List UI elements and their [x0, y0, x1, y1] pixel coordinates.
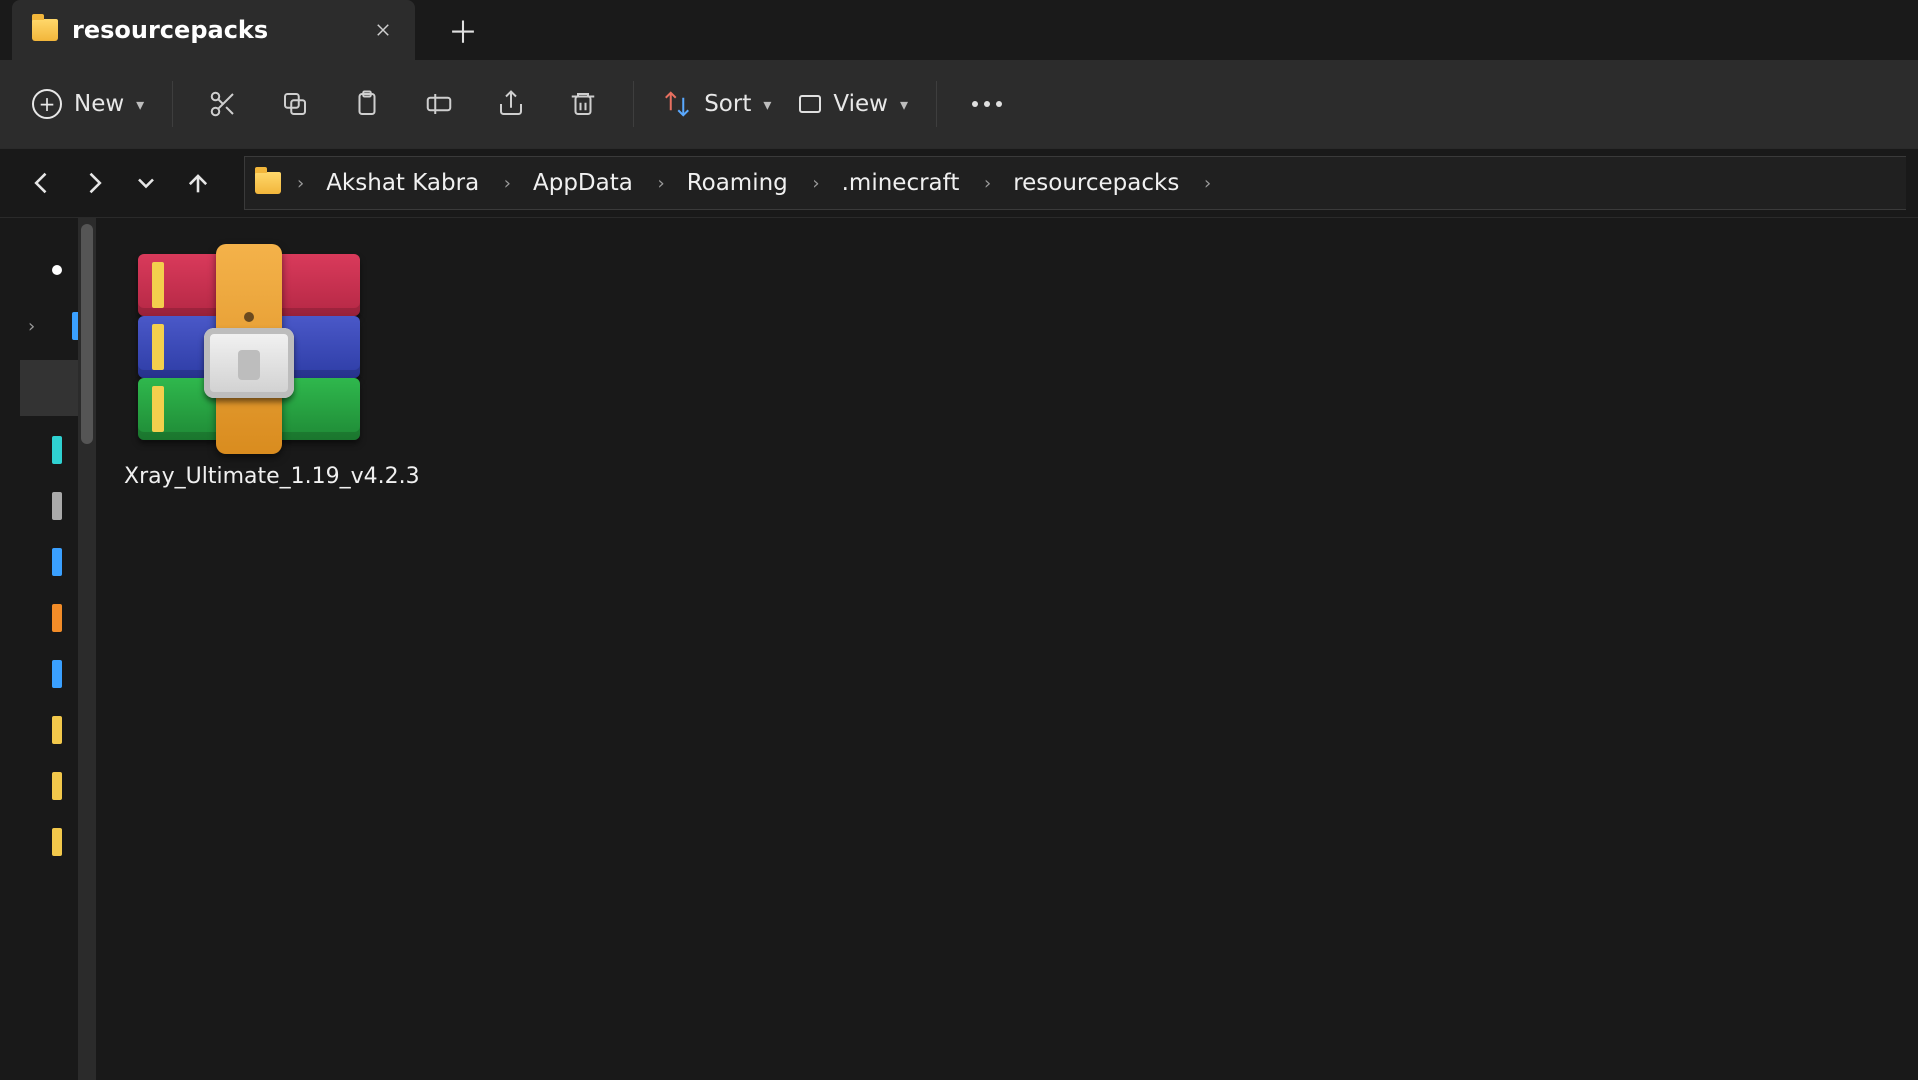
- sort-label: Sort: [704, 91, 751, 117]
- forward-button[interactable]: [70, 159, 118, 207]
- file-list-area[interactable]: Xray_Ultimate_1.19_v4.2.3: [96, 218, 1918, 1080]
- chevron-right-icon: ›: [984, 173, 991, 194]
- back-button[interactable]: [18, 159, 66, 207]
- clipboard-icon: [352, 89, 382, 119]
- scissors-icon: [208, 89, 238, 119]
- breadcrumb-segment[interactable]: .minecraft ›: [834, 170, 1000, 196]
- chevron-right-icon: ›: [657, 173, 664, 194]
- chevron-right-icon: ›: [504, 173, 511, 194]
- file-item[interactable]: Xray_Ultimate_1.19_v4.2.3: [124, 254, 374, 489]
- chevron-right-icon: ›: [28, 316, 35, 337]
- breadcrumb-root-chevron[interactable]: ›: [289, 173, 312, 194]
- close-tab-button[interactable]: [365, 12, 401, 48]
- share-button[interactable]: [475, 75, 547, 133]
- share-icon: [496, 89, 526, 119]
- sidebar-separator: [20, 360, 82, 416]
- breadcrumb-segment[interactable]: Roaming ›: [679, 170, 828, 196]
- up-button[interactable]: [174, 159, 222, 207]
- more-button[interactable]: [951, 75, 1023, 133]
- rename-icon: [424, 89, 454, 119]
- archive-icon: [138, 254, 360, 444]
- trash-icon: [568, 89, 598, 119]
- view-button[interactable]: View ▾: [785, 75, 922, 133]
- breadcrumb-segment[interactable]: resourcepacks ›: [1005, 170, 1219, 196]
- new-label: New: [74, 91, 124, 117]
- chevron-right-icon: ›: [1204, 173, 1211, 194]
- chevron-right-icon: ›: [812, 173, 819, 194]
- navigation-pane[interactable]: ›: [0, 218, 96, 1080]
- folder-icon: [255, 172, 281, 194]
- folder-icon: [32, 19, 58, 41]
- new-button[interactable]: + New ▾: [18, 75, 158, 133]
- tab-active[interactable]: resourcepacks: [12, 0, 415, 60]
- view-label: View: [833, 91, 888, 117]
- delete-button[interactable]: [547, 75, 619, 133]
- sort-button[interactable]: Sort ▾: [648, 75, 785, 133]
- breadcrumb[interactable]: › Akshat Kabra ›AppData ›Roaming ›.minec…: [244, 156, 1906, 210]
- file-name: Xray_Ultimate_1.19_v4.2.3: [124, 464, 374, 489]
- address-bar-row: › Akshat Kabra ›AppData ›Roaming ›.minec…: [0, 148, 1918, 218]
- toolbar-separator: [633, 81, 634, 127]
- breadcrumb-segment[interactable]: Akshat Kabra ›: [318, 170, 519, 196]
- tab-strip: resourcepacks ＋: [0, 0, 1918, 60]
- plus-circle-icon: +: [32, 89, 62, 119]
- copy-button[interactable]: [259, 75, 331, 133]
- toolbar-separator: [172, 81, 173, 127]
- sort-icon: [662, 89, 692, 119]
- rename-button[interactable]: [403, 75, 475, 133]
- breadcrumb-segment[interactable]: AppData ›: [525, 170, 673, 196]
- copy-icon: [280, 89, 310, 119]
- cut-button[interactable]: [187, 75, 259, 133]
- recent-locations-button[interactable]: [122, 159, 170, 207]
- tab-title: resourcepacks: [72, 16, 351, 44]
- chevron-down-icon: ▾: [763, 95, 771, 114]
- new-tab-button[interactable]: ＋: [433, 0, 493, 60]
- chevron-down-icon: ▾: [900, 95, 908, 114]
- toolbar-separator: [936, 81, 937, 127]
- toolbar: + New ▾ Sort: [0, 60, 1918, 148]
- paste-button[interactable]: [331, 75, 403, 133]
- ellipsis-icon: [972, 101, 1002, 107]
- chevron-down-icon: ▾: [136, 95, 144, 114]
- view-icon: [799, 95, 821, 113]
- sidebar-scrollbar[interactable]: [78, 218, 96, 1080]
